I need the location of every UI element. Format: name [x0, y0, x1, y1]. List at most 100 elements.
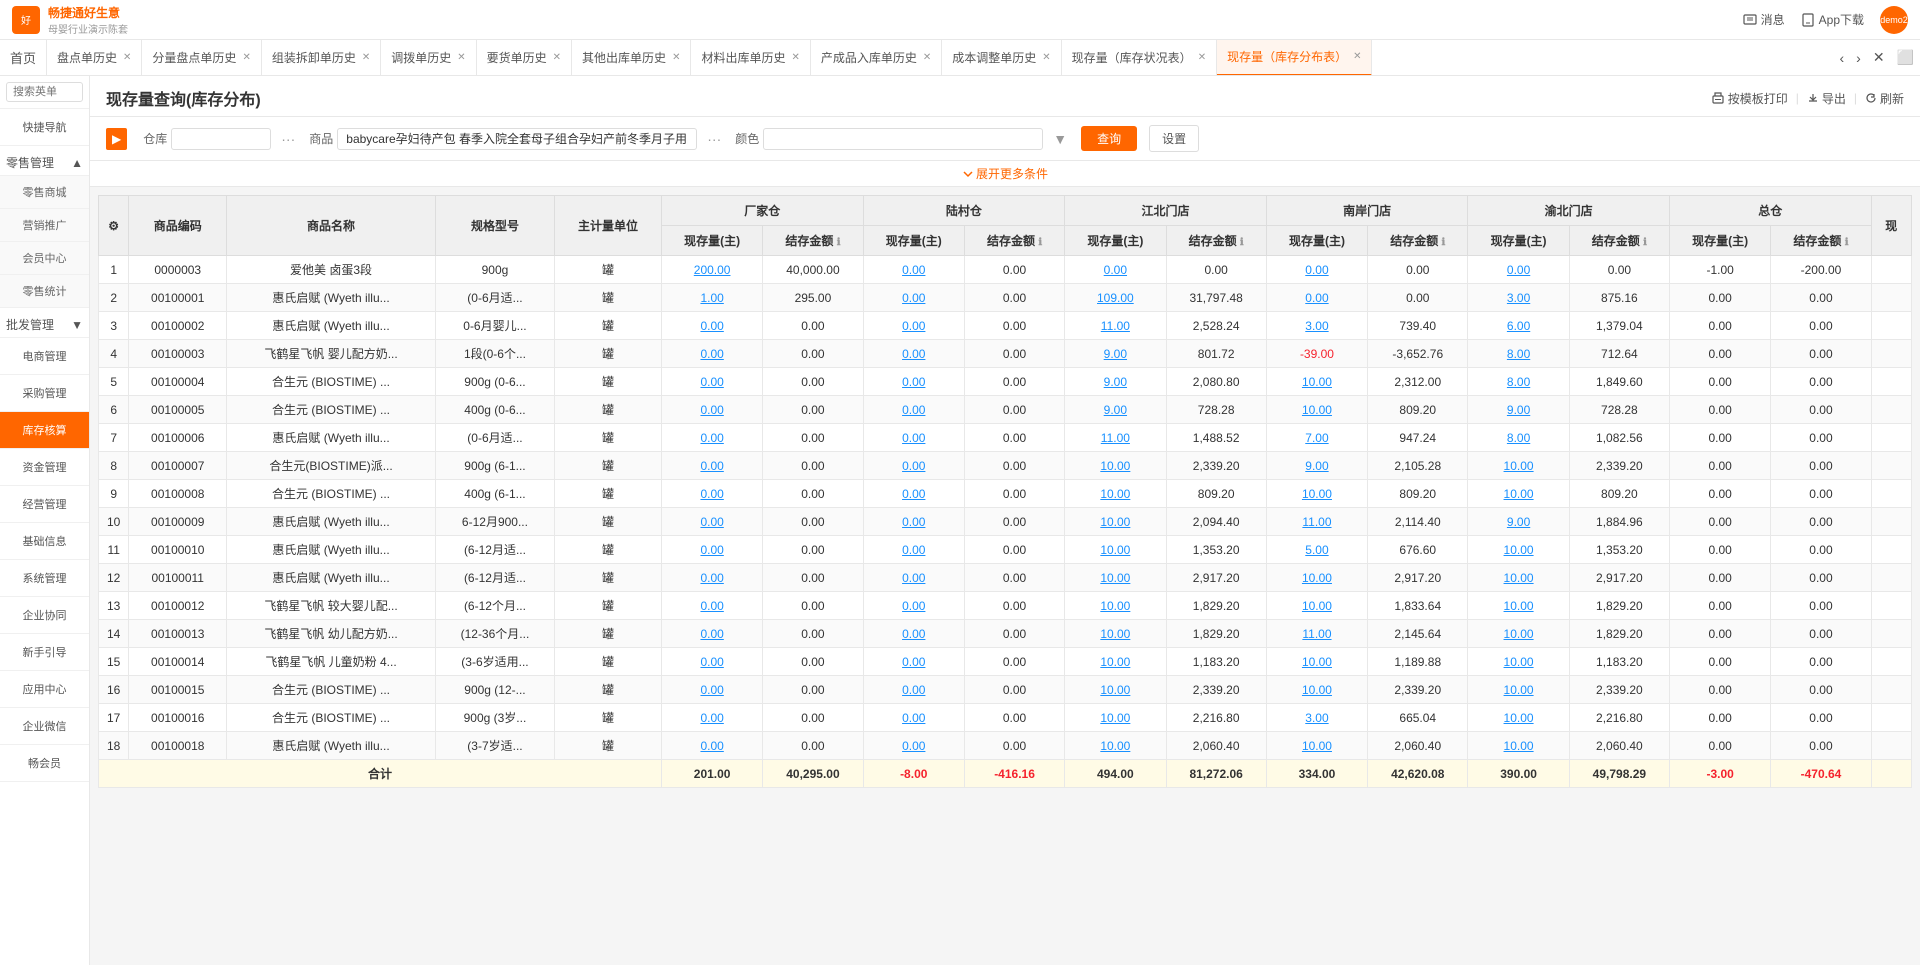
cell-value[interactable]: 10.00: [1468, 452, 1569, 480]
cell-value[interactable]: 0.00: [661, 620, 762, 648]
cell-value[interactable]: 10.00: [1266, 480, 1367, 508]
cell-value[interactable]: 10.00: [1468, 676, 1569, 704]
expand-conditions-btn[interactable]: 展开更多条件: [962, 165, 1048, 182]
cell-value[interactable]: 0.00: [863, 648, 964, 676]
settings-btn[interactable]: 设置: [1149, 125, 1199, 152]
close-icon[interactable]: ✕: [1042, 52, 1050, 63]
sidebar-item-inventory[interactable]: 库存核算: [0, 412, 89, 449]
sidebar-item-finance[interactable]: 资金管理: [0, 449, 89, 486]
user-avatar[interactable]: demo2: [1880, 6, 1908, 34]
close-icon[interactable]: ✕: [791, 52, 799, 63]
cell-value[interactable]: 109.00: [1065, 284, 1166, 312]
cell-value[interactable]: 10.00: [1468, 564, 1569, 592]
sidebar-item-ecommerce[interactable]: 电商管理: [0, 338, 89, 375]
cell-value[interactable]: 10.00: [1468, 536, 1569, 564]
cell-value[interactable]: 10.00: [1468, 704, 1569, 732]
cell-value[interactable]: 10.00: [1468, 732, 1569, 760]
cell-value[interactable]: 10.00: [1468, 648, 1569, 676]
sidebar-section-retail-mgmt[interactable]: 零售管理 ▲: [0, 146, 89, 176]
cell-value[interactable]: 0.00: [1468, 256, 1569, 284]
cell-value[interactable]: 0.00: [661, 648, 762, 676]
cell-value[interactable]: 10.00: [1065, 480, 1166, 508]
tab-home[interactable]: 首页: [0, 40, 47, 76]
close-icon[interactable]: ✕: [672, 52, 680, 63]
goods-dots[interactable]: ···: [701, 129, 727, 149]
cell-total-qty[interactable]: 0.00: [1669, 284, 1770, 312]
cell-value[interactable]: 10.00: [1065, 704, 1166, 732]
cell-value[interactable]: 0.00: [661, 312, 762, 340]
cell-value[interactable]: 0.00: [863, 732, 964, 760]
color-dots[interactable]: ▼: [1047, 129, 1073, 149]
cell-value[interactable]: 0.00: [1266, 284, 1367, 312]
cell-value[interactable]: 0.00: [863, 620, 964, 648]
nav-prev-btn[interactable]: ‹: [1833, 48, 1850, 68]
close-icon[interactable]: ✕: [553, 52, 561, 63]
cell-total-qty[interactable]: 0.00: [1669, 424, 1770, 452]
close-icon[interactable]: ✕: [123, 52, 131, 63]
sidebar-item-app-center[interactable]: 应用中心: [0, 671, 89, 708]
nav-close-btn[interactable]: ✕: [1867, 47, 1891, 68]
gear-header[interactable]: ⚙: [99, 196, 129, 256]
search-btn[interactable]: 查询: [1081, 126, 1137, 151]
cell-value[interactable]: 11.00: [1065, 424, 1166, 452]
cell-value[interactable]: 0.00: [661, 452, 762, 480]
cell-value[interactable]: 0.00: [661, 508, 762, 536]
cell-value[interactable]: 200.00: [661, 256, 762, 284]
tab-material-out[interactable]: 材料出库单历史 ✕: [691, 40, 810, 76]
cell-value[interactable]: 0.00: [863, 340, 964, 368]
cell-value[interactable]: 3.00: [1468, 284, 1569, 312]
cell-value[interactable]: 0.00: [661, 396, 762, 424]
cell-total-qty[interactable]: 0.00: [1669, 396, 1770, 424]
cell-value[interactable]: 8.00: [1468, 340, 1569, 368]
cell-total-qty[interactable]: 0.00: [1669, 620, 1770, 648]
nav-next-btn[interactable]: ›: [1850, 48, 1867, 68]
cell-total-qty[interactable]: 0.00: [1669, 676, 1770, 704]
cell-value[interactable]: 10.00: [1266, 564, 1367, 592]
cell-value[interactable]: 10.00: [1266, 676, 1367, 704]
cell-value[interactable]: 11.00: [1266, 508, 1367, 536]
cell-value[interactable]: 0.00: [863, 284, 964, 312]
cell-value[interactable]: 0.00: [863, 312, 964, 340]
cell-total-qty[interactable]: 0.00: [1669, 648, 1770, 676]
cell-value[interactable]: 1.00: [661, 284, 762, 312]
cell-value[interactable]: 7.00: [1266, 424, 1367, 452]
cell-value[interactable]: 5.00: [1266, 536, 1367, 564]
cell-value[interactable]: 10.00: [1468, 620, 1569, 648]
cell-value[interactable]: 0.00: [661, 340, 762, 368]
cell-value[interactable]: 10.00: [1266, 396, 1367, 424]
cell-total-qty[interactable]: 0.00: [1669, 592, 1770, 620]
cell-value[interactable]: 8.00: [1468, 424, 1569, 452]
cell-value[interactable]: 0.00: [863, 480, 964, 508]
sidebar-search-input[interactable]: [6, 82, 83, 102]
sidebar-item-retail-shop[interactable]: 零售商城: [0, 176, 89, 209]
cell-value[interactable]: 10.00: [1065, 452, 1166, 480]
cell-total-qty[interactable]: -1.00: [1669, 256, 1770, 284]
cell-value[interactable]: 0.00: [661, 704, 762, 732]
cell-value[interactable]: 9.00: [1266, 452, 1367, 480]
cell-value[interactable]: 10.00: [1065, 508, 1166, 536]
cell-value[interactable]: 10.00: [1065, 648, 1166, 676]
cell-value[interactable]: 0.00: [863, 452, 964, 480]
tab-partial-stocktake[interactable]: 分量盘点单历史 ✕: [142, 40, 261, 76]
export-btn[interactable]: 导出: [1807, 90, 1846, 107]
cell-value[interactable]: 0.00: [661, 732, 762, 760]
cell-value[interactable]: -39.00: [1266, 340, 1367, 368]
cell-value[interactable]: 0.00: [863, 676, 964, 704]
sidebar-item-marketing[interactable]: 营销推广: [0, 209, 89, 242]
cell-total-qty[interactable]: 0.00: [1669, 480, 1770, 508]
cell-value[interactable]: 0.00: [863, 704, 964, 732]
cell-value[interactable]: 10.00: [1065, 676, 1166, 704]
tab-stocktake[interactable]: 盘点单历史 ✕: [47, 40, 142, 76]
message-btn[interactable]: 消息: [1743, 11, 1785, 28]
cell-value[interactable]: 0.00: [863, 424, 964, 452]
cell-value[interactable]: 0.00: [1065, 256, 1166, 284]
cell-value[interactable]: 10.00: [1468, 480, 1569, 508]
close-icon[interactable]: ✕: [242, 52, 250, 63]
cell-value[interactable]: 0.00: [661, 480, 762, 508]
sidebar-item-retail-stats[interactable]: 零售统计: [0, 275, 89, 308]
cell-value[interactable]: 9.00: [1468, 396, 1569, 424]
cell-value[interactable]: 10.00: [1266, 592, 1367, 620]
tab-assembly[interactable]: 组装拆卸单历史 ✕: [262, 40, 381, 76]
cell-value[interactable]: 0.00: [661, 368, 762, 396]
sidebar-item-quick-nav[interactable]: 快捷导航: [0, 109, 89, 146]
